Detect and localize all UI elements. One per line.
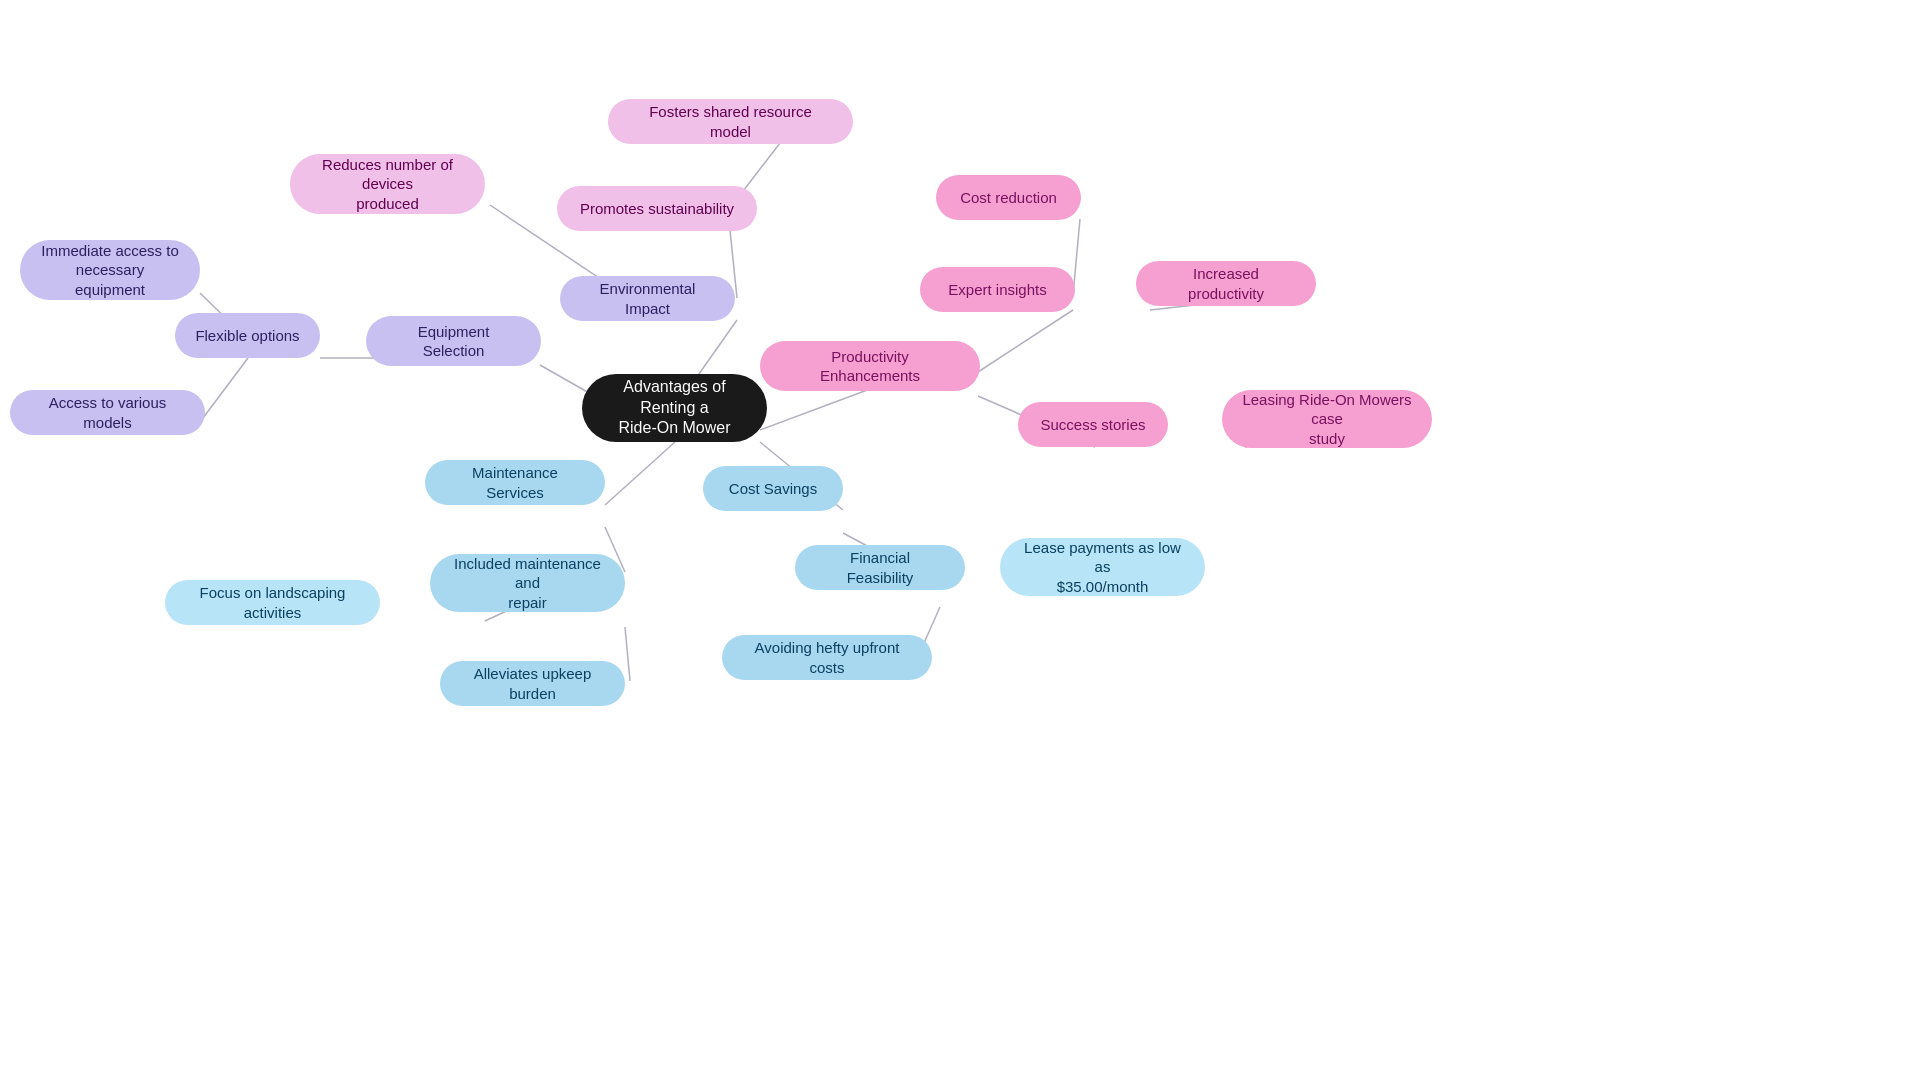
svg-line-3 — [200, 358, 248, 422]
mindmap-container: Advantages of Renting aRide-On Mower Equ… — [0, 0, 1920, 1083]
financial-feasibility-node[interactable]: Financial Feasibility — [795, 545, 965, 590]
svg-line-17 — [625, 627, 630, 681]
expert-insights-node[interactable]: Expert insights — [920, 267, 1075, 312]
cost-reduction-node[interactable]: Cost reduction — [936, 175, 1081, 220]
avoiding-upfront-node[interactable]: Avoiding hefty upfront costs — [722, 635, 932, 680]
productivity-node[interactable]: Productivity Enhancements — [760, 341, 980, 391]
included-maintenance-node[interactable]: Included maintenance andrepair — [430, 554, 625, 612]
center-node[interactable]: Advantages of Renting aRide-On Mower — [582, 374, 767, 442]
success-stories-node[interactable]: Success stories — [1018, 402, 1168, 447]
svg-line-8 — [760, 389, 870, 430]
immediate-access-node[interactable]: Immediate access tonecessary equipment — [20, 240, 200, 300]
alleviates-upkeep-node[interactable]: Alleviates upkeep burden — [440, 661, 625, 706]
cost-savings-node[interactable]: Cost Savings — [703, 466, 843, 511]
fosters-shared-node[interactable]: Fosters shared resource model — [608, 99, 853, 144]
leasing-case-study-node[interactable]: Leasing Ride-On Mowers casestudy — [1222, 390, 1432, 448]
flexible-options-node[interactable]: Flexible options — [175, 313, 320, 358]
connections-svg — [0, 0, 1920, 1083]
access-models-node[interactable]: Access to various models — [10, 390, 205, 435]
equipment-selection-node[interactable]: Equipment Selection — [366, 316, 541, 366]
increased-productivity-node[interactable]: Increased productivity — [1136, 261, 1316, 306]
environmental-impact-node[interactable]: Environmental Impact — [560, 276, 735, 321]
promotes-sustainability-node[interactable]: Promotes sustainability — [557, 186, 757, 231]
maintenance-services-node[interactable]: Maintenance Services — [425, 460, 605, 505]
focus-landscaping-node[interactable]: Focus on landscaping activities — [165, 580, 380, 625]
reduces-devices-node[interactable]: Reduces number of devicesproduced — [290, 154, 485, 214]
svg-line-9 — [978, 310, 1073, 372]
lease-payments-node[interactable]: Lease payments as low as$35.00/month — [1000, 538, 1205, 596]
svg-line-14 — [605, 442, 675, 505]
